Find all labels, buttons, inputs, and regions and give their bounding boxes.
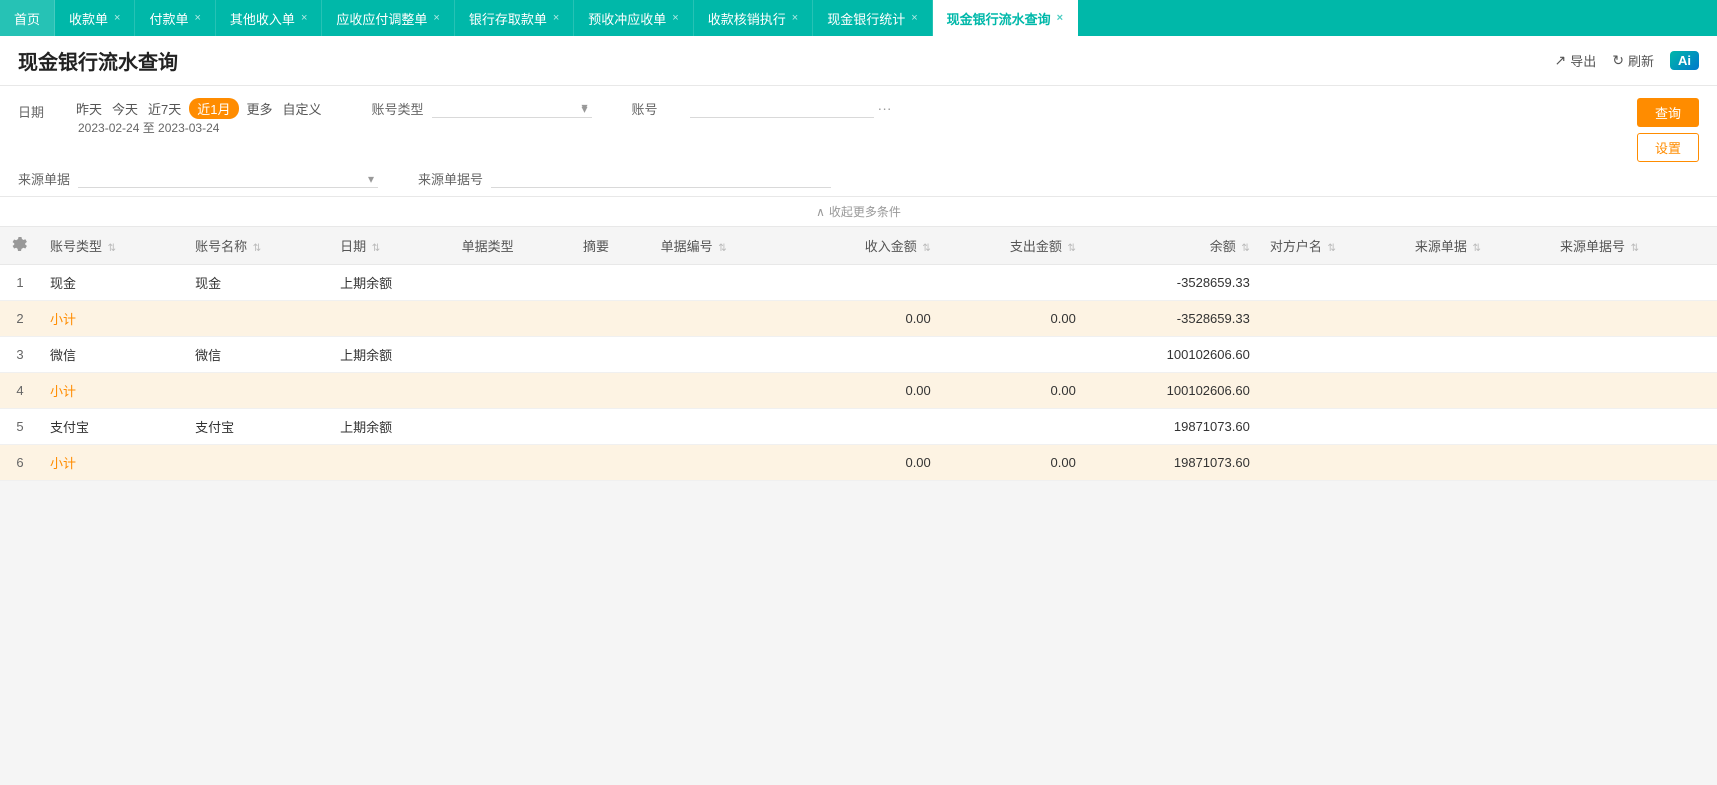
close-icon[interactable]: × xyxy=(194,12,200,24)
col-date[interactable]: 日期 ⇅ xyxy=(330,227,451,265)
data-table: 账号类型 ⇅ 账号名称 ⇅ 日期 ⇅ 单据类型 摘要 单据编 xyxy=(0,227,1717,481)
source-doc-no-label: 来源单据号 xyxy=(418,169,483,188)
shortcut-more[interactable]: 更多 xyxy=(245,98,275,119)
settings-button[interactable]: 设置 xyxy=(1637,133,1699,162)
table-row: 2小计0.000.00-3528659.33 xyxy=(0,301,1717,337)
sort-icon: ⇅ xyxy=(1327,243,1335,254)
account-input[interactable] xyxy=(690,98,874,118)
gear-icon xyxy=(12,236,28,252)
table-row: 3微信微信上期余额100102606.60 xyxy=(0,337,1717,373)
nav-home[interactable]: 首页 xyxy=(0,0,55,36)
sort-icon: ⇅ xyxy=(1631,243,1639,254)
close-icon[interactable]: × xyxy=(1057,12,1063,24)
date-label: 日期 xyxy=(18,102,68,121)
close-icon[interactable]: × xyxy=(433,12,439,24)
col-income[interactable]: 收入金额 ⇅ xyxy=(796,227,941,265)
table-wrapper: 账号类型 ⇅ 账号名称 ⇅ 日期 ⇅ 单据类型 摘要 单据编 xyxy=(0,227,1717,481)
col-counterpart[interactable]: 对方户名 ⇅ xyxy=(1260,227,1405,265)
nav-receipt[interactable]: 收款单 × xyxy=(55,0,135,36)
nav-verify[interactable]: 收款核销执行 × xyxy=(694,0,813,36)
table-row: 1现金现金上期余额-3528659.33 xyxy=(0,265,1717,301)
source-doc-label: 来源单据 xyxy=(18,169,70,188)
col-source-doc[interactable]: 来源单据 ⇅ xyxy=(1405,227,1550,265)
sort-icon: ⇅ xyxy=(372,243,380,254)
query-button[interactable]: 查询 xyxy=(1637,98,1699,127)
col-gear[interactable] xyxy=(0,227,40,265)
shortcut-custom[interactable]: 自定义 xyxy=(281,98,324,119)
table-row: 5支付宝支付宝上期余额19871073.60 xyxy=(0,409,1717,445)
shortcut-7days[interactable]: 近7天 xyxy=(146,98,183,119)
col-summary[interactable]: 摘要 xyxy=(573,227,651,265)
action-buttons: 查询 设置 xyxy=(1637,98,1699,162)
account-type-select[interactable] xyxy=(432,98,592,118)
refresh-button[interactable]: ↻ 刷新 xyxy=(1612,51,1654,70)
source-doc-select[interactable] xyxy=(78,168,378,188)
col-balance[interactable]: 余额 ⇅ xyxy=(1086,227,1260,265)
date-shortcuts: 昨天 今天 近7天 近1月 更多 自定义 xyxy=(74,98,324,119)
sort-icon: ⇅ xyxy=(1241,243,1249,254)
close-icon[interactable]: × xyxy=(114,12,120,24)
date-range-display: 2023-02-24 至 2023-03-24 xyxy=(78,119,332,136)
table-head: 账号类型 ⇅ 账号名称 ⇅ 日期 ⇅ 单据类型 摘要 单据编 xyxy=(0,227,1717,265)
header-actions: ↗ 导出 ↻ 刷新 Ai xyxy=(1555,51,1700,70)
table-row: 6小计0.000.0019871073.60 xyxy=(0,445,1717,481)
col-doc-no[interactable]: 单据编号 ⇅ xyxy=(651,227,796,265)
chevron-up-icon: ∧ xyxy=(816,205,825,219)
source-doc-no-input[interactable] xyxy=(491,168,831,188)
page-header: 现金银行流水查询 ↗ 导出 ↻ 刷新 Ai xyxy=(0,36,1717,86)
nav-other-income[interactable]: 其他收入单 × xyxy=(216,0,322,36)
shortcut-1month[interactable]: 近1月 xyxy=(189,98,238,119)
sort-icon: ⇅ xyxy=(1067,243,1075,254)
col-expense[interactable]: 支出金额 ⇅ xyxy=(941,227,1086,265)
shortcut-today[interactable]: 今天 xyxy=(110,98,140,119)
close-icon[interactable]: × xyxy=(911,12,917,24)
collapse-button[interactable]: ∧ 收起更多条件 xyxy=(816,203,901,220)
account-type-select-wrapper: ▾ xyxy=(432,98,592,118)
sort-icon: ⇅ xyxy=(108,243,116,254)
table-body: 1现金现金上期余额-3528659.332小计0.000.00-3528659.… xyxy=(0,265,1717,481)
export-button[interactable]: ↗ 导出 xyxy=(1555,51,1597,70)
col-account-type[interactable]: 账号类型 ⇅ xyxy=(40,227,185,265)
account-more-icon[interactable]: ··· xyxy=(878,100,892,116)
close-icon[interactable]: × xyxy=(672,12,678,24)
nav-cash-stat[interactable]: 现金银行统计 × xyxy=(813,0,932,36)
date-filter-block: 昨天 今天 近7天 近1月 更多 自定义 2023-02-24 至 2023-0… xyxy=(74,98,332,136)
account-type-label: 账号类型 xyxy=(372,99,424,118)
nav-cash-flow[interactable]: 现金银行流水查询 × xyxy=(933,0,1078,36)
shortcut-yesterday[interactable]: 昨天 xyxy=(74,98,104,119)
account-label: 账号 xyxy=(632,99,682,118)
nav-payment[interactable]: 付款单 × xyxy=(135,0,215,36)
col-doc-type[interactable]: 单据类型 xyxy=(452,227,573,265)
col-source-doc-no[interactable]: 来源单据号 ⇅ xyxy=(1550,227,1717,265)
col-account-name[interactable]: 账号名称 ⇅ xyxy=(185,227,330,265)
sort-icon: ⇅ xyxy=(922,243,930,254)
table-row: 4小计0.000.00100102606.60 xyxy=(0,373,1717,409)
sort-icon: ⇅ xyxy=(718,243,726,254)
nav-prepay[interactable]: 预收冲应收单 × xyxy=(574,0,693,36)
close-icon[interactable]: × xyxy=(553,12,559,24)
export-icon: ↗ xyxy=(1555,52,1567,69)
page-title: 现金银行流水查询 xyxy=(18,46,178,75)
refresh-icon: ↻ xyxy=(1612,52,1624,69)
filter-area: 日期 昨天 今天 近7天 近1月 更多 自定义 2023-02-24 至 202… xyxy=(0,86,1717,197)
sort-icon: ⇅ xyxy=(1473,243,1481,254)
close-icon[interactable]: × xyxy=(301,12,307,24)
nav-bank-deposit[interactable]: 银行存取款单 × xyxy=(455,0,574,36)
ai-button[interactable]: Ai xyxy=(1670,51,1699,70)
collapse-row: ∧ 收起更多条件 xyxy=(0,197,1717,227)
close-icon[interactable]: × xyxy=(792,12,798,24)
sort-icon: ⇅ xyxy=(253,243,261,254)
nav-adjustment[interactable]: 应收应付调整单 × xyxy=(322,0,454,36)
top-nav: 首页 收款单 × 付款单 × 其他收入单 × 应收应付调整单 × 银行存取款单 … xyxy=(0,0,1717,36)
